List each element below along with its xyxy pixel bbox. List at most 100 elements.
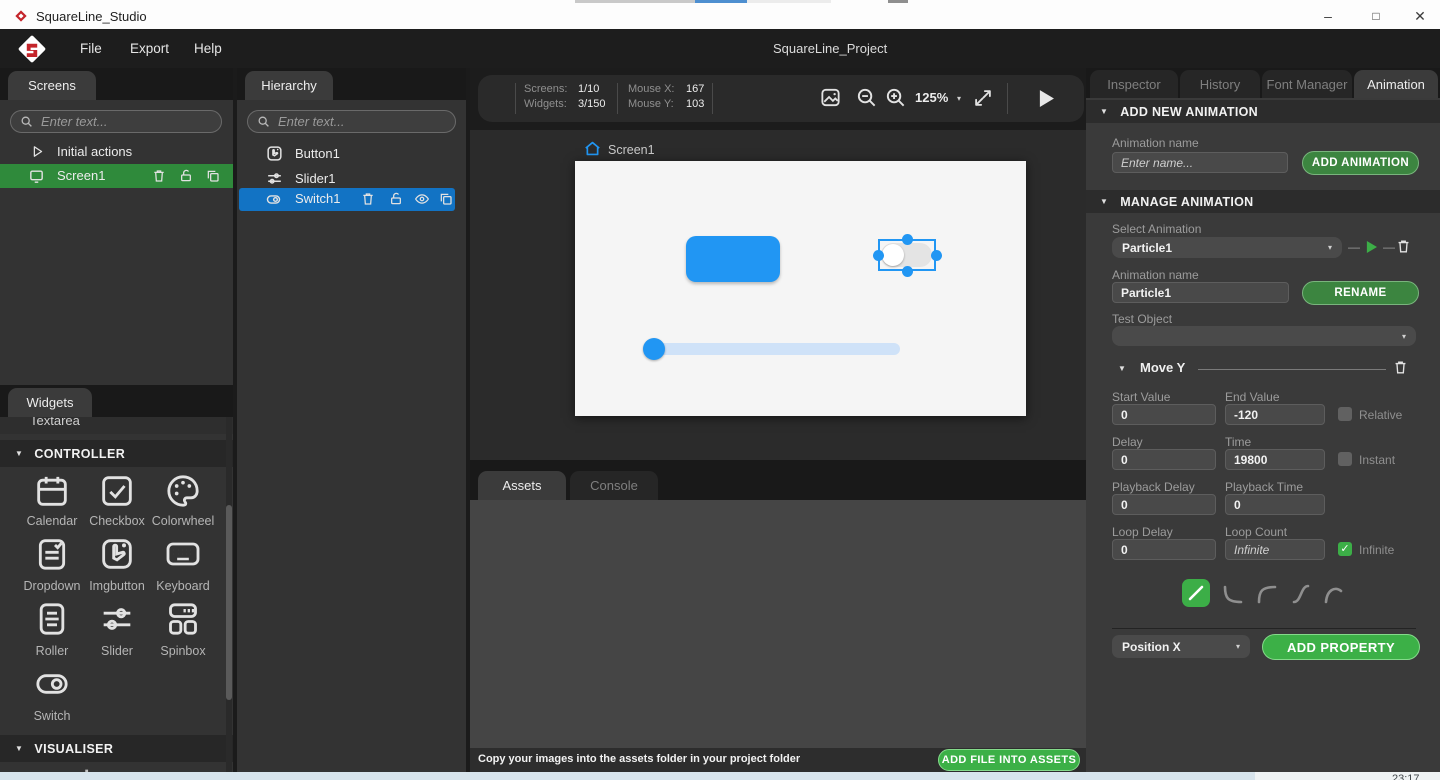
tab-font-manager[interactable]: Font Manager (1262, 70, 1352, 98)
delete-icon[interactable] (151, 168, 167, 184)
assets-content[interactable] (470, 500, 1086, 748)
calendar-widget-icon[interactable] (32, 471, 72, 511)
tab-screens[interactable]: Screens (8, 71, 96, 100)
screens-search[interactable] (10, 110, 222, 133)
loop-count-label: Loop Count (1225, 525, 1288, 539)
add-file-into-assets-button[interactable]: ADD FILE INTO ASSETS (938, 749, 1080, 771)
tab-assets[interactable]: Assets (478, 471, 566, 500)
property-collapse-arrow-icon[interactable]: ▼ (1118, 364, 1126, 373)
start-value-label: Start Value (1112, 390, 1171, 404)
delete-icon[interactable] (360, 191, 376, 207)
spinbox-widget-icon[interactable] (163, 599, 203, 639)
playback-delay-input[interactable] (1112, 494, 1216, 515)
add-property-dropdown[interactable]: Position X ▾ (1112, 635, 1250, 658)
widgets-scrollbar-thumb[interactable] (226, 505, 232, 700)
minimize-button[interactable]: – (1316, 7, 1340, 25)
relative-checkbox[interactable] (1338, 407, 1352, 421)
selection-handle-top[interactable] (901, 233, 913, 245)
rename-button[interactable]: RENAME (1302, 281, 1419, 305)
selection-handle-right[interactable] (930, 249, 942, 261)
play-animation-button[interactable] (1362, 238, 1380, 256)
easing-ease-in-button[interactable] (1220, 582, 1246, 606)
canvas-button-widget[interactable] (686, 236, 780, 282)
time-input[interactable] (1225, 449, 1325, 470)
design-canvas[interactable] (575, 161, 1026, 416)
animation-rename-input[interactable] (1112, 282, 1289, 303)
easing-ease-in-out-button[interactable] (1288, 582, 1314, 606)
imgbutton-widget-icon[interactable] (97, 534, 137, 574)
hierarchy-row-switch1-selected[interactable]: Switch1 (239, 188, 455, 211)
playback-time-input[interactable] (1225, 494, 1325, 515)
select-animation-dropdown[interactable]: Particle1 ▾ (1112, 237, 1342, 258)
section-visualiser[interactable]: ▼ VISUALISER (0, 735, 233, 762)
screens-search-input[interactable] (39, 113, 212, 130)
tab-inspector[interactable]: Inspector (1090, 70, 1178, 98)
collapse-arrow-icon: ▼ (1100, 197, 1109, 206)
widgets-tabstrip: Widgets (0, 385, 233, 417)
delete-animation-icon[interactable] (1395, 238, 1412, 255)
close-button[interactable]: ✕ (1408, 7, 1432, 25)
easing-overshoot-button[interactable] (1321, 582, 1347, 606)
add-property-button[interactable]: ADD PROPERTY (1262, 634, 1420, 660)
zoom-level-value[interactable]: 125% (915, 90, 948, 105)
infinite-checkbox[interactable]: ✓ (1338, 542, 1352, 556)
roller-widget-icon[interactable] (32, 599, 72, 639)
selection-handle-bottom[interactable] (901, 265, 913, 277)
unlock-icon[interactable] (388, 191, 404, 207)
add-new-animation-header[interactable]: ▼ ADD NEW ANIMATION (1086, 100, 1440, 123)
duplicate-icon[interactable] (438, 191, 454, 207)
dropdown-widget-icon[interactable] (32, 534, 72, 574)
test-object-dropdown[interactable]: ▾ (1112, 326, 1416, 346)
hierarchy-search[interactable] (247, 110, 456, 133)
slider-widget-icon[interactable] (97, 599, 137, 639)
widgets-scrollbar-track[interactable] (226, 417, 232, 780)
end-value-input[interactable] (1225, 404, 1325, 425)
initial-actions-row[interactable]: Initial actions (0, 140, 233, 164)
checkbox-widget-icon[interactable] (97, 471, 137, 511)
tab-history[interactable]: History (1180, 70, 1260, 98)
hierarchy-row-button1[interactable]: Button1 (237, 141, 466, 166)
canvas-slider-widget[interactable] (646, 343, 900, 355)
loop-delay-input[interactable] (1112, 539, 1216, 560)
duplicate-icon[interactable] (205, 168, 221, 184)
screens-tabstrip: Screens (0, 68, 233, 100)
hierarchy-search-input[interactable] (276, 113, 446, 130)
zoom-in-icon[interactable] (884, 86, 907, 109)
zoom-out-icon[interactable] (855, 86, 878, 109)
slider-widget-icon (265, 169, 284, 188)
easing-ease-out-button[interactable] (1254, 582, 1280, 606)
start-value-input[interactable] (1112, 404, 1216, 425)
easing-linear-button[interactable] (1182, 579, 1210, 607)
home-icon[interactable] (583, 139, 602, 158)
visibility-eye-icon[interactable] (414, 191, 430, 207)
manage-animation-header[interactable]: ▼ MANAGE ANIMATION (1086, 190, 1440, 213)
switch-widget-icon[interactable] (32, 664, 72, 704)
slider-knob[interactable] (643, 338, 665, 360)
keyboard-widget-icon[interactable] (163, 534, 203, 574)
menu-export[interactable]: Export (130, 41, 169, 56)
background-image-icon[interactable] (819, 86, 842, 109)
widget-item-textarea[interactable]: Textarea (0, 417, 233, 434)
selection-handle-left[interactable] (872, 249, 884, 261)
maximize-button[interactable]: □ (1364, 7, 1388, 25)
delay-input[interactable] (1112, 449, 1216, 470)
unlock-icon[interactable] (178, 168, 194, 184)
menu-file[interactable]: File (80, 41, 102, 56)
add-animation-button[interactable]: ADD ANIMATION (1302, 151, 1419, 175)
fit-zoom-icon[interactable] (972, 87, 994, 109)
loop-count-input[interactable] (1225, 539, 1325, 560)
section-controller[interactable]: ▼ CONTROLLER (0, 440, 233, 467)
colorwheel-widget-icon[interactable] (163, 471, 203, 511)
animation-name-input[interactable] (1112, 152, 1288, 173)
tab-widgets[interactable]: Widgets (8, 388, 92, 417)
delete-property-icon[interactable] (1392, 359, 1409, 376)
play-button[interactable] (1032, 85, 1059, 112)
tab-hierarchy[interactable]: Hierarchy (245, 71, 333, 100)
collapse-arrow-icon: ▼ (1100, 107, 1109, 116)
tab-animation[interactable]: Animation (1354, 70, 1438, 98)
tab-console[interactable]: Console (570, 471, 658, 500)
menu-help[interactable]: Help (194, 41, 222, 56)
screen-row-selected[interactable]: Screen1 (0, 164, 233, 188)
instant-checkbox[interactable] (1338, 452, 1352, 466)
zoom-caret-icon[interactable]: ▾ (957, 94, 961, 103)
